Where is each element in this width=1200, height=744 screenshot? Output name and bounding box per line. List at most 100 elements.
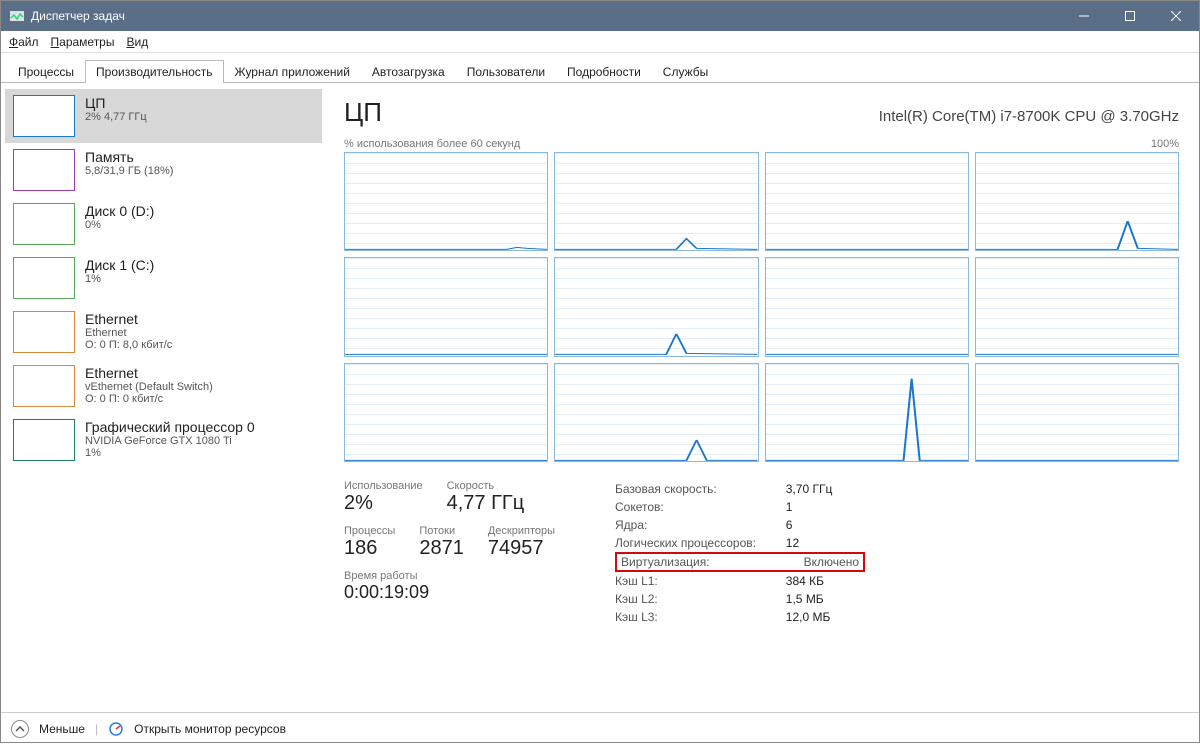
fewer-details-icon[interactable] (11, 720, 29, 738)
sidebar-item-disk1[interactable]: Диск 1 (C:) 1% (5, 251, 322, 305)
lprocs-label: Логических процессоров: (615, 534, 786, 552)
cpu-core-chart (765, 152, 969, 251)
ethernet-thumb-icon (13, 365, 75, 407)
tab-users[interactable]: Пользователи (456, 60, 556, 83)
tab-performance[interactable]: Производительность (85, 60, 223, 83)
menu-view[interactable]: Вид (126, 35, 148, 49)
sidebar-gpu-sub2: 1% (85, 447, 255, 459)
l3-value: 12,0 МБ (786, 608, 865, 626)
usage-label: Использование (344, 480, 423, 492)
tab-services[interactable]: Службы (652, 60, 719, 83)
tab-startup[interactable]: Автозагрузка (361, 60, 456, 83)
footer: Меньше | Открыть монитор ресурсов (1, 712, 1199, 744)
cpu-core-chart (344, 257, 548, 356)
sidebar-cpu-title: ЦП (85, 95, 147, 111)
tabstrip: Процессы Производительность Журнал прило… (1, 53, 1199, 83)
sidebar-item-ethernet0[interactable]: Ethernet Ethernet О: 0 П: 8,0 кбит/с (5, 305, 322, 359)
cpu-model: Intel(R) Core(TM) i7-8700K CPU @ 3.70GHz (879, 108, 1179, 125)
cpu-core-chart (344, 363, 548, 462)
sidebar-mem-sub: 5,8/31,9 ГБ (18%) (85, 165, 173, 177)
cpu-chart-grid (344, 152, 1179, 462)
sidebar-disk0-title: Диск 0 (D:) (85, 203, 154, 219)
disk-thumb-icon (13, 203, 75, 245)
sidebar-item-gpu[interactable]: Графический процессор 0 NVIDIA GeForce G… (5, 413, 322, 467)
sidebar-disk0-sub: 0% (85, 219, 154, 231)
sidebar-item-memory[interactable]: Память 5,8/31,9 ГБ (18%) (5, 143, 322, 197)
sidebar-mem-title: Память (85, 149, 173, 165)
sidebar-eth1-sub2: О: 0 П: 0 кбит/с (85, 393, 213, 405)
cpu-core-chart (765, 363, 969, 462)
minimize-button[interactable] (1061, 1, 1107, 31)
sidebar-item-cpu[interactable]: ЦП 2% 4,77 ГГц (5, 89, 322, 143)
memory-thumb-icon (13, 149, 75, 191)
l2-value: 1,5 МБ (786, 590, 865, 608)
cpu-core-chart (765, 257, 969, 356)
main-panel: ЦП Intel(R) Core(TM) i7-8700K CPU @ 3.70… (326, 83, 1199, 712)
resource-monitor-icon (108, 721, 124, 737)
sidebar-eth0-sub2: О: 0 П: 8,0 кбит/с (85, 339, 172, 351)
sidebar: ЦП 2% 4,77 ГГц Память 5,8/31,9 ГБ (18%) … (1, 83, 326, 712)
menubar: Файл Параметры Вид (1, 31, 1199, 53)
virt-value: Включено (804, 555, 859, 569)
stats-area: Использование2% Скорость4,77 ГГц Процесс… (344, 480, 1179, 626)
sidebar-eth1-sub1: vEthernet (Default Switch) (85, 381, 213, 393)
processes-label: Процессы (344, 525, 395, 537)
sidebar-eth1-title: Ethernet (85, 365, 213, 381)
gpu-thumb-icon (13, 419, 75, 461)
ethernet-thumb-icon (13, 311, 75, 353)
sidebar-eth0-title: Ethernet (85, 311, 172, 327)
processes-value: 186 (344, 537, 395, 560)
cores-label: Ядра: (615, 516, 786, 534)
sidebar-item-disk0[interactable]: Диск 0 (D:) 0% (5, 197, 322, 251)
l2-label: Кэш L2: (615, 590, 786, 608)
cores-value: 6 (786, 516, 865, 534)
base-speed-label: Базовая скорость: (615, 480, 786, 498)
tab-processes[interactable]: Процессы (7, 60, 85, 83)
menu-options[interactable]: Параметры (51, 35, 115, 49)
handles-value: 74957 (488, 537, 555, 560)
sidebar-item-ethernet1[interactable]: Ethernet vEthernet (Default Switch) О: 0… (5, 359, 322, 413)
l1-label: Кэш L1: (615, 572, 786, 590)
base-speed-value: 3,70 ГГц (786, 480, 865, 498)
maximize-button[interactable] (1107, 1, 1153, 31)
cpu-info-table: Базовая скорость:3,70 ГГц Сокетов:1 Ядра… (615, 480, 865, 626)
lprocs-value: 12 (786, 534, 865, 552)
usage-value: 2% (344, 492, 423, 515)
sidebar-cpu-sub: 2% 4,77 ГГц (85, 111, 147, 123)
cpu-core-chart (554, 257, 758, 356)
app-icon (9, 8, 25, 24)
close-button[interactable] (1153, 1, 1199, 31)
sidebar-gpu-title: Графический процессор 0 (85, 419, 255, 435)
uptime-value: 0:00:19:09 (344, 582, 429, 603)
cpu-core-chart (975, 363, 1179, 462)
cpu-core-chart (975, 257, 1179, 356)
tab-apphistory[interactable]: Журнал приложений (224, 60, 361, 83)
cpu-core-chart (975, 152, 1179, 251)
tab-details[interactable]: Подробности (556, 60, 652, 83)
titlebar: Диспетчер задач (1, 1, 1199, 31)
disk-thumb-icon (13, 257, 75, 299)
uptime-label: Время работы (344, 570, 429, 582)
threads-value: 2871 (419, 537, 464, 560)
cpu-thumb-icon (13, 95, 75, 137)
l1-value: 384 КБ (786, 572, 865, 590)
sidebar-eth0-sub1: Ethernet (85, 327, 172, 339)
virt-label: Виртуализация: (621, 555, 710, 569)
fewer-details-link[interactable]: Меньше (39, 722, 85, 736)
sidebar-gpu-sub1: NVIDIA GeForce GTX 1080 Ti (85, 435, 255, 447)
speed-value: 4,77 ГГц (447, 492, 525, 515)
chart-max: 100% (1151, 138, 1179, 150)
window-title: Диспетчер задач (31, 9, 1061, 23)
sockets-value: 1 (786, 498, 865, 516)
sidebar-disk1-title: Диск 1 (C:) (85, 257, 154, 273)
cpu-core-chart (344, 152, 548, 251)
menu-file[interactable]: Файл (9, 35, 39, 49)
open-resource-monitor-link[interactable]: Открыть монитор ресурсов (134, 722, 286, 736)
cpu-core-chart (554, 152, 758, 251)
content: ЦП 2% 4,77 ГГц Память 5,8/31,9 ГБ (18%) … (1, 83, 1199, 712)
threads-label: Потоки (419, 525, 464, 537)
chart-caption: % использования более 60 секунд (344, 138, 520, 150)
page-title: ЦП (344, 97, 382, 128)
handles-label: Дескрипторы (488, 525, 555, 537)
speed-label: Скорость (447, 480, 525, 492)
